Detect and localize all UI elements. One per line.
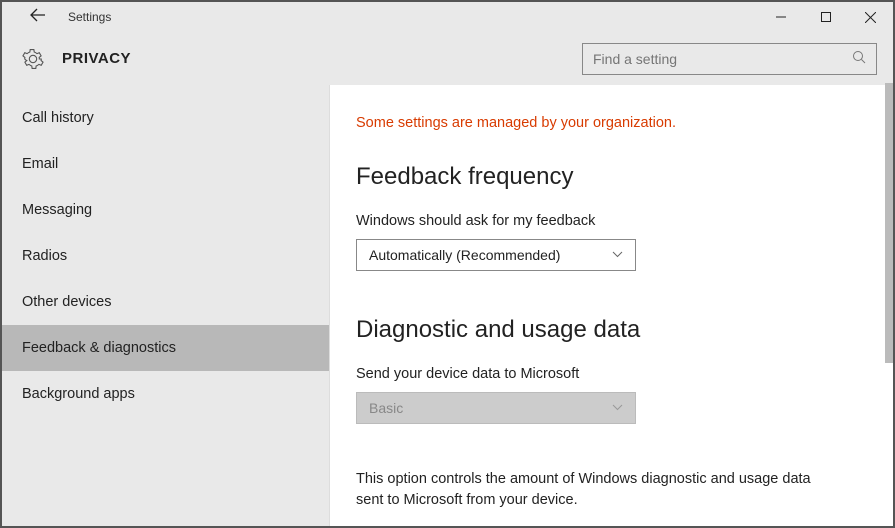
search-box[interactable] — [582, 43, 877, 75]
header: PRIVACY — [2, 32, 893, 85]
sidebar-item-other-devices[interactable]: Other devices — [2, 279, 329, 325]
close-icon — [865, 12, 876, 23]
sidebar-item-messaging[interactable]: Messaging — [2, 187, 329, 233]
maximize-icon — [821, 12, 831, 22]
feedback-frequency-select[interactable]: Automatically (Recommended) — [356, 239, 636, 271]
chevron-down-icon — [612, 402, 623, 414]
page-category: PRIVACY — [62, 50, 131, 67]
window-controls — [758, 2, 893, 32]
titlebar: Settings — [2, 2, 893, 32]
close-button[interactable] — [848, 2, 893, 32]
sidebar-item-calendar[interactable] — [2, 85, 329, 95]
body: Call historyEmailMessagingRadiosOther de… — [2, 85, 893, 526]
diagnostic-data-label: Send your device data to Microsoft — [356, 366, 867, 382]
sidebar-item-feedback-diagnostics[interactable]: Feedback & diagnostics — [2, 325, 329, 371]
window-title: Settings — [68, 10, 111, 24]
feedback-frequency-value: Automatically (Recommended) — [369, 247, 560, 263]
minimize-button[interactable] — [758, 2, 803, 32]
chevron-down-icon — [612, 249, 623, 261]
feedback-frequency-heading: Feedback frequency — [356, 163, 867, 191]
content-pane: Some settings are managed by your organi… — [329, 85, 893, 526]
back-button[interactable] — [30, 7, 60, 28]
sidebar-item-call-history[interactable]: Call history — [2, 95, 329, 141]
scrollbar[interactable] — [885, 83, 893, 363]
diagnostic-data-heading: Diagnostic and usage data — [356, 316, 867, 344]
org-notice: Some settings are managed by your organi… — [356, 115, 867, 131]
minimize-icon — [776, 12, 786, 22]
gear-icon — [22, 48, 44, 70]
sidebar-item-email[interactable]: Email — [2, 141, 329, 187]
diagnostic-data-select: Basic — [356, 392, 636, 424]
search-input[interactable] — [593, 51, 852, 67]
diagnostic-data-description: This option controls the amount of Windo… — [356, 469, 826, 511]
arrow-left-icon — [30, 7, 46, 23]
diagnostic-data-value: Basic — [369, 400, 403, 416]
feedback-frequency-label: Windows should ask for my feedback — [356, 213, 867, 229]
sidebar: Call historyEmailMessagingRadiosOther de… — [2, 85, 329, 526]
search-icon — [852, 50, 866, 67]
maximize-button[interactable] — [803, 2, 848, 32]
sidebar-item-radios[interactable]: Radios — [2, 233, 329, 279]
sidebar-item-background-apps[interactable]: Background apps — [2, 371, 329, 417]
